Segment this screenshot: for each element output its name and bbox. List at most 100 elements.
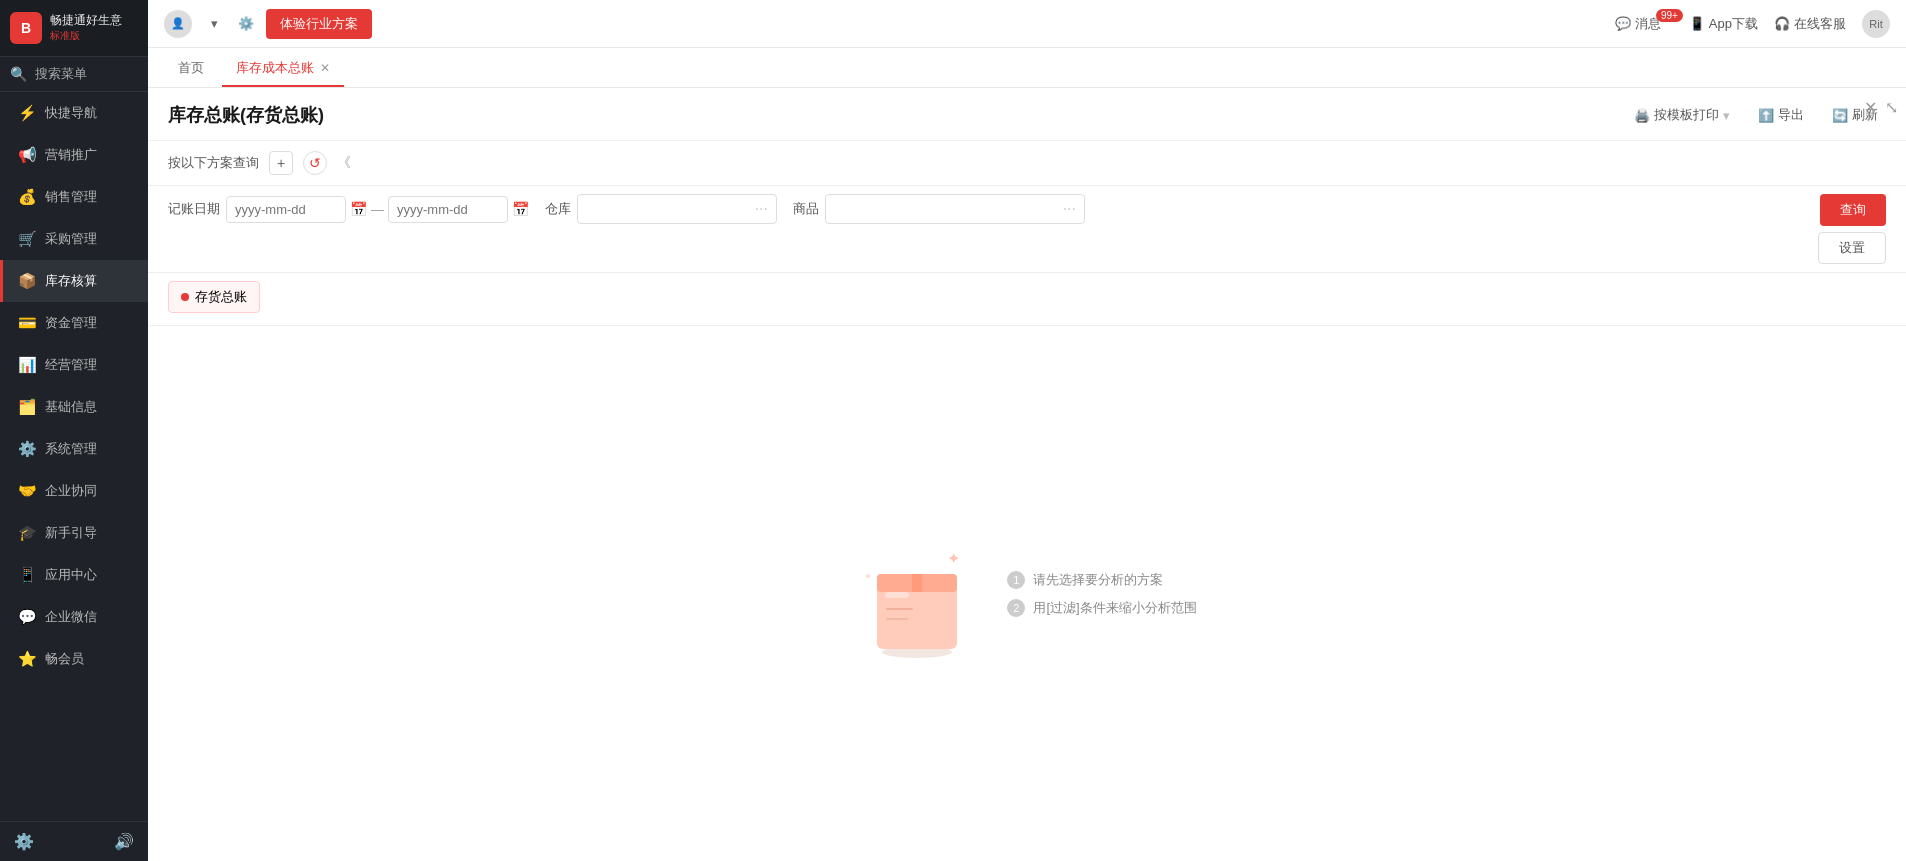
- sidebar-item-shortcut[interactable]: ⚡ 快捷导航: [0, 92, 148, 134]
- message-icon: 💬: [1615, 16, 1631, 31]
- tab-inventory-label: 库存成本总账: [236, 59, 314, 77]
- page-header: 库存总账(存货总账) 🖨️ 按模板打印 ▾ ⬆️ 导出 🔄 刷新: [148, 88, 1906, 141]
- topbar-nav: 👤 ▾ ⚙️ 体验行业方案: [164, 9, 1607, 39]
- refresh-icon: 🔄: [1832, 108, 1848, 123]
- sales-icon: 💰: [17, 187, 37, 207]
- app-download-action[interactable]: 📱 App下载: [1689, 15, 1758, 33]
- trial-button[interactable]: 体验行业方案: [266, 9, 372, 39]
- shortcut-icon: ⚡: [17, 103, 37, 123]
- print-btn[interactable]: 🖨️ 按模板打印 ▾: [1626, 102, 1738, 128]
- sidebar-item-label: 企业微信: [45, 608, 97, 626]
- sidebar-item-purchase[interactable]: 🛒 采购管理: [0, 218, 148, 260]
- app-name: 畅捷通好生意: [50, 13, 122, 29]
- tab-home[interactable]: 首页: [164, 51, 218, 87]
- sidebar-item-basic[interactable]: 🗂️ 基础信息: [0, 386, 148, 428]
- empty-hint-2: 2 用[过滤]条件来缩小分析范围: [1007, 599, 1196, 617]
- filter-reset-button[interactable]: ↺: [303, 151, 327, 175]
- content-area: 库存总账(存货总账) 🖨️ 按模板打印 ▾ ⬆️ 导出 🔄 刷新: [148, 88, 1906, 861]
- tabs-bar: 首页 库存成本总账 ✕: [148, 48, 1906, 88]
- date-field: 记账日期 📅 — 📅: [168, 196, 529, 223]
- tab-inventory-ledger[interactable]: 库存成本总账 ✕: [222, 51, 344, 87]
- sidebar-bottom: ⚙️ 🔊: [0, 821, 148, 861]
- sidebar-item-label: 新手引导: [45, 524, 97, 542]
- svg-text:✦: ✦: [947, 550, 960, 567]
- topbar-settings-icon[interactable]: ⚙️: [232, 10, 260, 38]
- settings-button[interactable]: 设置: [1818, 232, 1886, 264]
- calendar-start-icon[interactable]: 📅: [350, 201, 367, 217]
- app-version: 标准版: [50, 29, 122, 43]
- main-area: 👤 ▾ ⚙️ 体验行业方案 💬 消息 99+ 📱 App下载 🎧 在线客服 Ri…: [148, 0, 1906, 861]
- empty-svg: ✦ ●: [857, 534, 977, 664]
- page-panel: 库存总账(存货总账) 🖨️ 按模板打印 ▾ ⬆️ 导出 🔄 刷新: [148, 88, 1906, 861]
- marketing-icon: 📢: [17, 145, 37, 165]
- schema-item-inventory[interactable]: 存货总账: [168, 281, 260, 313]
- filter-action-buttons: 查询 设置: [1818, 194, 1886, 264]
- topbar-right: 💬 消息 99+ 📱 App下载 🎧 在线客服 Rit: [1615, 10, 1890, 38]
- search-menu[interactable]: 🔍 搜索菜单: [0, 57, 148, 92]
- filter-add-button[interactable]: +: [269, 151, 293, 175]
- print-dropdown-icon[interactable]: ▾: [1723, 108, 1730, 123]
- filter-controls: 记账日期 📅 — 📅 仓库: [148, 186, 1906, 273]
- panel-expand-icon[interactable]: ⤡: [1885, 98, 1898, 117]
- add-icon: +: [277, 155, 285, 171]
- sidebar-item-appstore[interactable]: 📱 应用中心: [0, 554, 148, 596]
- sidebar-item-coop[interactable]: 🤝 企业协同: [0, 470, 148, 512]
- date-start-input[interactable]: [226, 196, 346, 223]
- settings-bottom-icon[interactable]: ⚙️: [14, 832, 34, 851]
- filter-label: 按以下方案查询: [168, 154, 259, 172]
- online-service-label: 在线客服: [1794, 15, 1846, 33]
- breadcrumb: 👤: [164, 10, 196, 38]
- sidebar-item-operation[interactable]: 📊 经营管理: [0, 344, 148, 386]
- date-separator: —: [371, 202, 384, 217]
- sidebar-item-guide[interactable]: 🎓 新手引导: [0, 512, 148, 554]
- panel-close-icon[interactable]: ✕: [1864, 98, 1877, 117]
- sidebar-item-label: 企业协同: [45, 482, 97, 500]
- sidebar-item-system[interactable]: ⚙️ 系统管理: [0, 428, 148, 470]
- sidebar-item-label: 快捷导航: [45, 104, 97, 122]
- wechat-icon: 💬: [17, 607, 37, 627]
- query-button[interactable]: 查询: [1820, 194, 1886, 226]
- breadcrumb-avatar: 👤: [164, 10, 192, 38]
- export-label: 导出: [1778, 106, 1804, 124]
- sidebar-item-wechat[interactable]: 💬 企业微信: [0, 596, 148, 638]
- messages-action[interactable]: 💬 消息 99+: [1615, 15, 1673, 33]
- finance-icon: 💳: [17, 313, 37, 333]
- sidebar-item-inventory[interactable]: 📦 库存核算: [0, 260, 148, 302]
- date-end-input[interactable]: [388, 196, 508, 223]
- online-service-action[interactable]: 🎧 在线客服: [1774, 15, 1846, 33]
- warehouse-more-icon[interactable]: ···: [755, 200, 768, 218]
- svg-rect-3: [912, 574, 922, 592]
- tab-close-icon[interactable]: ✕: [320, 61, 330, 75]
- sidebar-item-member[interactable]: ⭐ 畅会员: [0, 638, 148, 680]
- operation-icon: 📊: [17, 355, 37, 375]
- purchase-icon: 🛒: [17, 229, 37, 249]
- hint-text-2: 用[过滤]条件来缩小分析范围: [1033, 599, 1196, 617]
- sidebar-item-label: 营销推广: [45, 146, 97, 164]
- filter-collapse-button[interactable]: 《: [337, 154, 351, 172]
- product-field: 商品 ···: [793, 194, 1085, 224]
- sidebar-item-label: 系统管理: [45, 440, 97, 458]
- warehouse-select[interactable]: ···: [577, 194, 777, 224]
- calendar-end-icon[interactable]: 📅: [512, 201, 529, 217]
- app-download-icon: 📱: [1689, 16, 1705, 31]
- user-avatar[interactable]: Rit: [1862, 10, 1890, 38]
- sidebar-item-label: 畅会员: [45, 650, 84, 668]
- reset-icon: ↺: [309, 155, 321, 171]
- coop-icon: 🤝: [17, 481, 37, 501]
- schema-item-label: 存货总账: [195, 288, 247, 306]
- empty-hint-1: 1 请先选择要分析的方案: [1007, 571, 1196, 589]
- product-select[interactable]: ···: [825, 194, 1085, 224]
- sound-icon[interactable]: 🔊: [114, 832, 134, 851]
- sidebar-item-sales[interactable]: 💰 销售管理: [0, 176, 148, 218]
- sidebar-item-marketing[interactable]: 📢 营销推广: [0, 134, 148, 176]
- product-more-icon[interactable]: ···: [1063, 200, 1076, 218]
- topbar: 👤 ▾ ⚙️ 体验行业方案 💬 消息 99+ 📱 App下载 🎧 在线客服 Ri…: [148, 0, 1906, 48]
- sidebar-logo: B 畅捷通好生意 标准版: [0, 0, 148, 57]
- sidebar-item-finance[interactable]: 💳 资金管理: [0, 302, 148, 344]
- tab-home-label: 首页: [178, 59, 204, 77]
- panel-controls: ✕ ⤡: [1864, 98, 1898, 117]
- sidebar: B 畅捷通好生意 标准版 🔍 搜索菜单 ⚡ 快捷导航 📢 营销推广 💰 销售管理…: [0, 0, 148, 861]
- basic-icon: 🗂️: [17, 397, 37, 417]
- topbar-dropdown-icon[interactable]: ▾: [202, 12, 226, 36]
- export-btn[interactable]: ⬆️ 导出: [1750, 102, 1812, 128]
